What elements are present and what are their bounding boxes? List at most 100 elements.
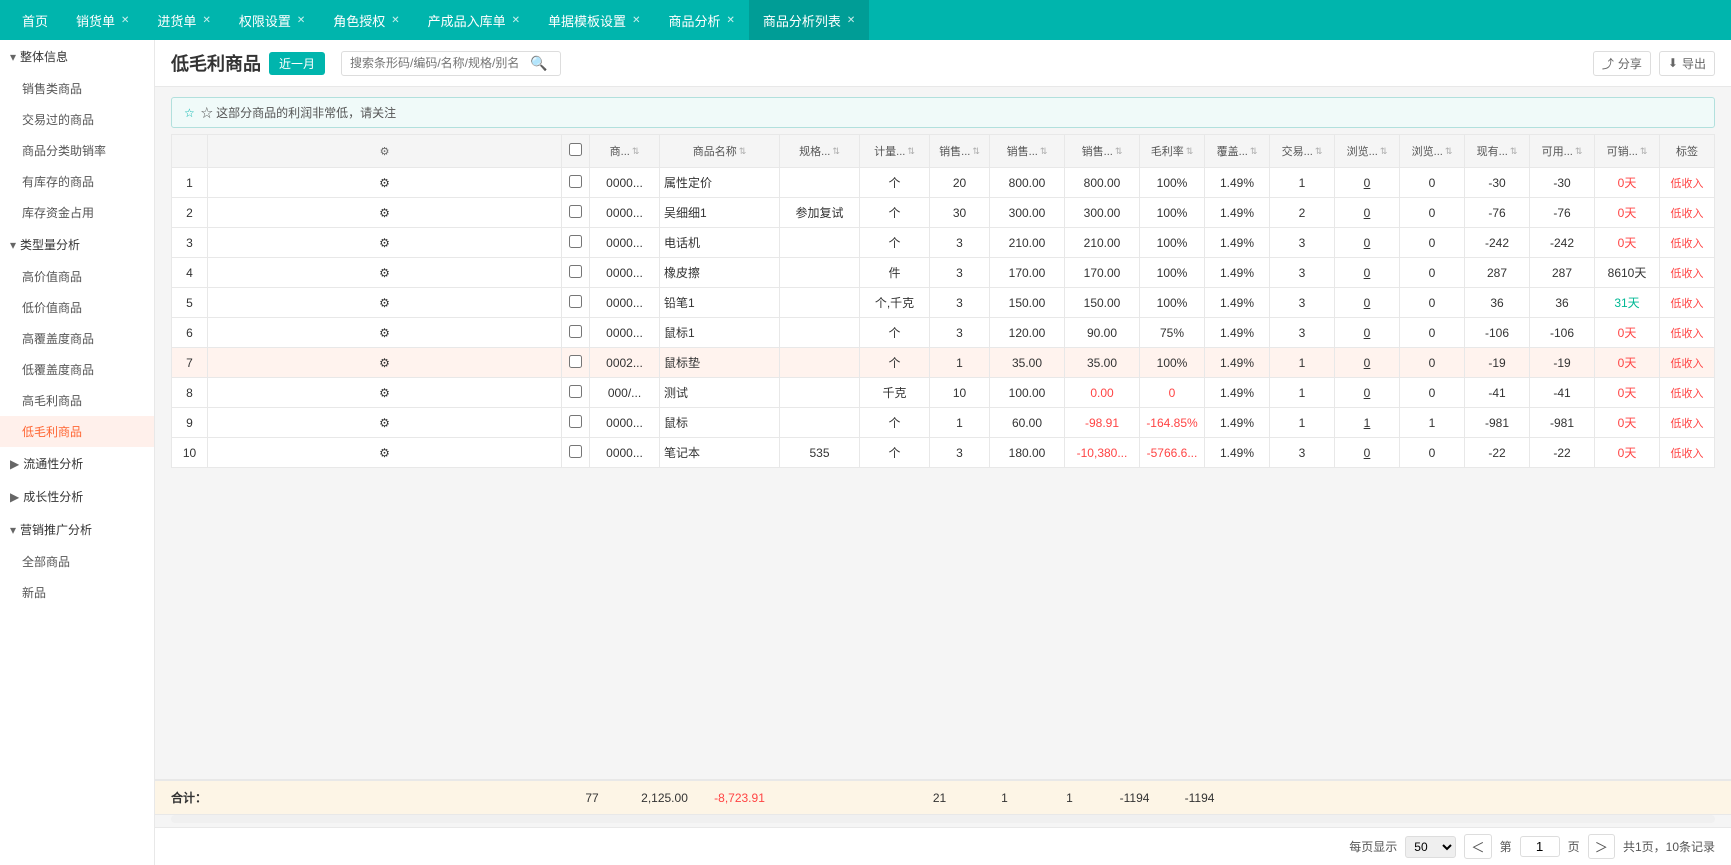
sidebar-item-high-value[interactable]: 高价值商品 <box>0 261 154 292</box>
sidebar-item-stock-fund[interactable]: 库存资金占用 <box>0 197 154 228</box>
nav-close-role-auth[interactable]: ✕ <box>391 15 399 26</box>
cell-browse1[interactable]: 1 <box>1335 408 1400 438</box>
cell-check[interactable] <box>562 318 590 348</box>
next-page-button[interactable]: ＞ <box>1588 834 1615 859</box>
nav-product-stock[interactable]: 产成品入库单 ✕ <box>414 0 534 40</box>
cell-settings[interactable]: ⚙ <box>208 288 562 318</box>
th-available[interactable]: 可用...⇅ <box>1530 135 1595 168</box>
cell-check[interactable] <box>562 198 590 228</box>
nav-home[interactable]: 首页 <box>8 0 62 40</box>
sidebar-item-all-goods[interactable]: 全部商品 <box>0 546 154 577</box>
cell-browse1[interactable]: 0 <box>1335 348 1400 378</box>
search-input[interactable] <box>350 56 530 70</box>
sidebar-item-low-value[interactable]: 低价值商品 <box>0 292 154 323</box>
cell-name[interactable]: 电话机 <box>660 228 780 258</box>
th-sale-profit[interactable]: 销售...⇅ <box>1065 135 1140 168</box>
nav-close-product-stock[interactable]: ✕ <box>512 15 520 26</box>
th-name[interactable]: 商品名称⇅ <box>660 135 780 168</box>
sidebar-section-marketing[interactable]: ▾ 营销推广分析 <box>0 513 154 546</box>
sidebar-item-traded-goods[interactable]: 交易过的商品 <box>0 104 154 135</box>
cell-settings[interactable]: ⚙ <box>208 348 562 378</box>
cell-check[interactable] <box>562 168 590 198</box>
th-sellable[interactable]: 可销...⇅ <box>1595 135 1660 168</box>
cell-settings[interactable]: ⚙ <box>208 228 562 258</box>
cell-settings[interactable]: ⚙ <box>208 318 562 348</box>
nav-goods-analysis-list[interactable]: 商品分析列表 ✕ <box>749 0 869 40</box>
th-code[interactable]: 商...⇅ <box>590 135 660 168</box>
page-size-select[interactable]: 50 100 200 <box>1405 836 1456 858</box>
th-tag[interactable]: 标签 <box>1660 135 1715 168</box>
th-stock-now[interactable]: 现有...⇅ <box>1465 135 1530 168</box>
sidebar-section-growth[interactable]: ▶ 成长性分析 <box>0 480 154 513</box>
nav-close-permission[interactable]: ✕ <box>297 15 305 26</box>
cell-browse1[interactable]: 0 <box>1335 438 1400 468</box>
cell-name[interactable]: 鼠标垫 <box>660 348 780 378</box>
cell-name[interactable]: 吴细细1 <box>660 198 780 228</box>
cell-browse1[interactable]: 0 <box>1335 198 1400 228</box>
check-all[interactable] <box>569 143 582 156</box>
cell-name[interactable]: 橡皮擦 <box>660 258 780 288</box>
sidebar-section-circulation[interactable]: ▶ 流通性分析 <box>0 447 154 480</box>
th-sale-qty[interactable]: 销售...⇅ <box>930 135 990 168</box>
cell-check[interactable] <box>562 288 590 318</box>
cell-browse1[interactable]: 0 <box>1335 168 1400 198</box>
th-sale-price[interactable]: 销售...⇅ <box>990 135 1065 168</box>
th-trade[interactable]: 交易...⇅ <box>1270 135 1335 168</box>
cell-name[interactable]: 鼠标 <box>660 408 780 438</box>
th-coverage[interactable]: 覆盖...⇅ <box>1205 135 1270 168</box>
cell-browse1[interactable]: 0 <box>1335 228 1400 258</box>
cell-browse1[interactable]: 0 <box>1335 318 1400 348</box>
sidebar-section-overall[interactable]: ▾ 整体信息 <box>0 40 154 73</box>
cell-settings[interactable]: ⚙ <box>208 198 562 228</box>
prev-page-button[interactable]: ＜ <box>1464 834 1491 859</box>
cell-settings[interactable]: ⚙ <box>208 258 562 288</box>
cell-check[interactable] <box>562 438 590 468</box>
nav-close-sales-order[interactable]: ✕ <box>121 15 129 26</box>
sidebar-item-high-profit[interactable]: 高毛利商品 <box>0 385 154 416</box>
cell-name[interactable]: 属性定价 <box>660 168 780 198</box>
sidebar-item-in-stock[interactable]: 有库存的商品 <box>0 166 154 197</box>
nav-purchase[interactable]: 进货单 ✕ <box>143 0 224 40</box>
cell-check[interactable] <box>562 408 590 438</box>
cell-browse1[interactable]: 0 <box>1335 378 1400 408</box>
page-number-input[interactable] <box>1520 836 1560 857</box>
cell-check[interactable] <box>562 378 590 408</box>
th-gross-rate[interactable]: 毛利率⇅ <box>1140 135 1205 168</box>
sidebar-item-category-rate[interactable]: 商品分类助销率 <box>0 135 154 166</box>
nav-goods-analysis[interactable]: 商品分析 ✕ <box>654 0 748 40</box>
nav-close-purchase[interactable]: ✕ <box>202 15 210 26</box>
nav-sales-order[interactable]: 销货单 ✕ <box>62 0 143 40</box>
sidebar-item-high-coverage[interactable]: 高覆盖度商品 <box>0 323 154 354</box>
cell-name[interactable]: 铅笔1 <box>660 288 780 318</box>
cell-check[interactable] <box>562 228 590 258</box>
th-browse1[interactable]: 浏览...⇅ <box>1335 135 1400 168</box>
sidebar-item-low-coverage[interactable]: 低覆盖度商品 <box>0 354 154 385</box>
cell-name[interactable]: 测试 <box>660 378 780 408</box>
cell-browse1[interactable]: 0 <box>1335 288 1400 318</box>
nav-close-goods-analysis[interactable]: ✕ <box>726 15 734 26</box>
nav-role-auth[interactable]: 角色授权 ✕ <box>319 0 413 40</box>
cell-name[interactable]: 鼠标1 <box>660 318 780 348</box>
cell-settings[interactable]: ⚙ <box>208 438 562 468</box>
nav-template[interactable]: 单据模板设置 ✕ <box>534 0 654 40</box>
th-unit[interactable]: 计量...⇅ <box>860 135 930 168</box>
cell-settings[interactable]: ⚙ <box>208 408 562 438</box>
th-browse2[interactable]: 浏览...⇅ <box>1400 135 1465 168</box>
cell-name[interactable]: 笔记本 <box>660 438 780 468</box>
cell-check[interactable] <box>562 258 590 288</box>
cell-browse1[interactable]: 0 <box>1335 258 1400 288</box>
period-button[interactable]: 近一月 <box>269 52 325 75</box>
sidebar-section-type-analysis[interactable]: ▾ 类型量分析 <box>0 228 154 261</box>
th-spec[interactable]: 规格...⇅ <box>780 135 860 168</box>
nav-permission[interactable]: 权限设置 ✕ <box>225 0 319 40</box>
sidebar-item-sales-goods[interactable]: 销售类商品 <box>0 73 154 104</box>
th-settings[interactable]: ⚙ <box>208 135 562 168</box>
horizontal-scrollbar[interactable] <box>171 815 1715 823</box>
share-button[interactable]: ⤴ 分享 <box>1593 51 1651 76</box>
nav-close-goods-analysis-list[interactable]: ✕ <box>847 15 855 26</box>
export-button[interactable]: ⬇ 导出 <box>1659 51 1715 76</box>
cell-settings[interactable]: ⚙ <box>208 378 562 408</box>
sidebar-item-low-profit[interactable]: 低毛利商品 <box>0 416 154 447</box>
nav-close-template[interactable]: ✕ <box>632 15 640 26</box>
cell-settings[interactable]: ⚙ <box>208 168 562 198</box>
